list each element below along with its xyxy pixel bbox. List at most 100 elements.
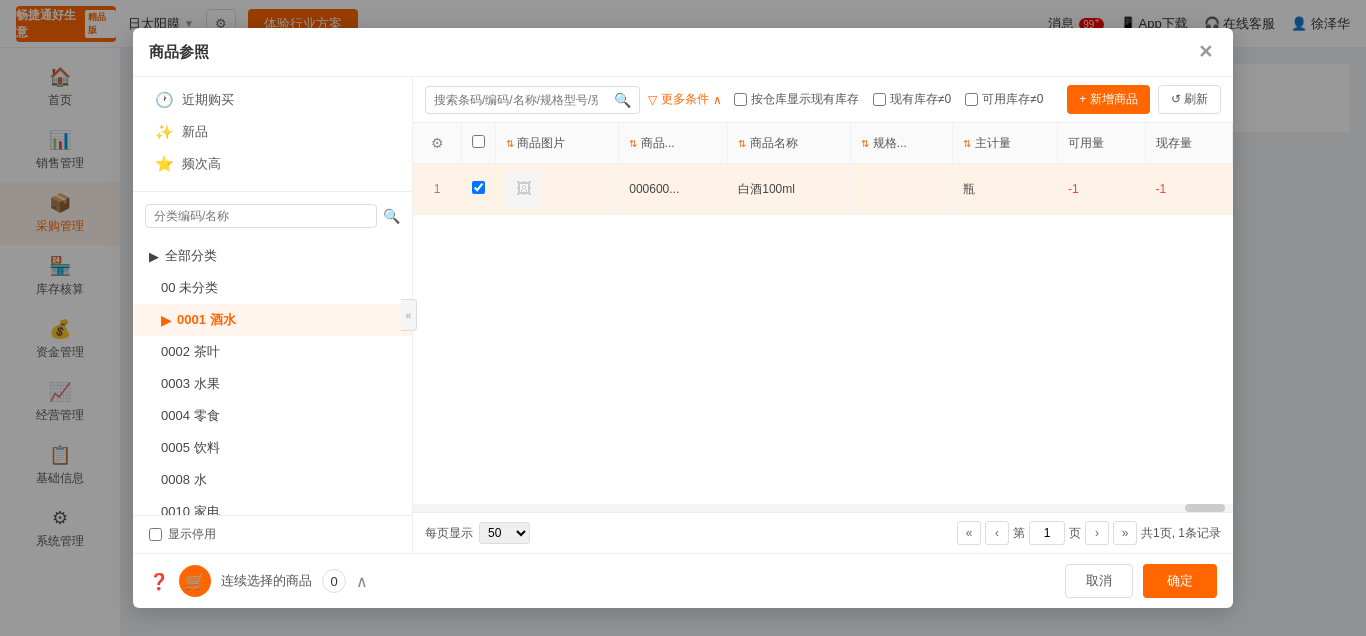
cat-item-appliance[interactable]: 0010 家电: [133, 496, 412, 515]
cell-available: -1: [1058, 164, 1145, 215]
filter-caret-icon: ∧: [713, 93, 722, 107]
cat-label-all: 全部分类: [165, 247, 217, 265]
close-icon[interactable]: ✕: [1193, 40, 1217, 64]
cat-item-uncategorized[interactable]: 00 未分类: [133, 272, 412, 304]
select-all-checkbox[interactable]: [472, 135, 485, 148]
pagination: 每页显示 50 10 20 100 « ‹ 第 页: [413, 512, 1233, 553]
col-spec-sort-icon: ⇅: [861, 138, 869, 149]
cat-arrow-all: ▶: [149, 249, 159, 264]
new-products-icon: ✨: [155, 123, 174, 141]
product-table: ⚙ ⇅ 商品图片 ⇅: [413, 123, 1233, 215]
cat-item-snack[interactable]: 0004 零食: [133, 400, 412, 432]
toolbar-right-buttons: + 新增商品 ↺ 刷新: [1067, 85, 1221, 114]
cat-label-beverage: 0005 饮料: [161, 439, 220, 457]
filter-icon: ▽: [648, 93, 657, 107]
col-name-label: 商品名称: [750, 136, 798, 150]
column-settings-icon[interactable]: ⚙: [423, 131, 451, 155]
cat-label-liquor: 0001 酒水: [177, 311, 236, 329]
category-search-input[interactable]: [145, 204, 377, 228]
prev-page-btn[interactable]: ‹: [985, 521, 1009, 545]
first-page-btn[interactable]: «: [957, 521, 981, 545]
next-page-btn[interactable]: ›: [1085, 521, 1109, 545]
left-panel: 🕐 近期购买 ✨ 新品 ⭐ 频次高 «: [133, 77, 413, 553]
show-disabled-section: 显示停用: [133, 515, 412, 553]
scroll-thumb: [1185, 504, 1225, 512]
last-page-btn[interactable]: »: [1113, 521, 1137, 545]
col-name-header: ⇅ 商品名称: [728, 123, 851, 164]
cat-label-snack: 0004 零食: [161, 407, 220, 425]
divider: [133, 191, 412, 192]
footer-collapse-icon[interactable]: ∧: [356, 572, 368, 591]
checkbox-existing-stock[interactable]: 现有库存≠0: [873, 91, 951, 108]
pagination-per-page: 每页显示 50 10 20 100: [425, 522, 530, 544]
cat-label-fruit: 0003 水果: [161, 375, 220, 393]
tab-recent-buy[interactable]: 🕐 近期购买: [145, 85, 400, 115]
cell-name: 白酒100ml: [728, 164, 851, 215]
cat-label-appliance: 0010 家电: [161, 503, 220, 515]
filter-label: 更多条件: [661, 91, 709, 108]
checkbox-by-warehouse-input[interactable]: [734, 93, 747, 106]
cat-item-liquor[interactable]: ▶ 0001 酒水: [133, 304, 412, 336]
cell-checkbox[interactable]: [462, 164, 496, 215]
col-code-label: 商品...: [641, 136, 675, 150]
pagination-controls: « ‹ 第 页 › » 共1页, 1条记录: [957, 521, 1221, 545]
product-search-input[interactable]: [426, 93, 606, 107]
frequent-icon: ⭐: [155, 155, 174, 173]
cat-item-beverage[interactable]: 0005 饮料: [133, 432, 412, 464]
show-disabled-label: 显示停用: [168, 526, 216, 543]
checkbox-available-stock-input[interactable]: [965, 93, 978, 106]
cell-stock: -1: [1145, 164, 1233, 215]
cell-spec: [851, 164, 953, 215]
cancel-btn[interactable]: 取消: [1065, 564, 1133, 598]
col-stock-header: 现存量: [1145, 123, 1233, 164]
cat-item-water[interactable]: 0008 水: [133, 464, 412, 496]
table-toolbar: 🔍 ▽ 更多条件 ∧ 按仓库显示现有库存 现: [413, 77, 1233, 123]
col-settings[interactable]: ⚙: [413, 123, 462, 164]
checkbox-by-warehouse-label: 按仓库显示现有库存: [751, 91, 859, 108]
checkbox-existing-stock-input[interactable]: [873, 93, 886, 106]
table-scroll-bar[interactable]: [413, 504, 1233, 512]
product-search-box: 🔍: [425, 86, 640, 114]
product-thumbnail: 🖼: [506, 171, 542, 207]
row-checkbox[interactable]: [472, 181, 485, 194]
table-row[interactable]: 1 🖼 000600... 白酒100ml 瓶: [413, 164, 1233, 215]
checkbox-by-warehouse[interactable]: 按仓库显示现有库存: [734, 91, 859, 108]
col-image-label: 商品图片: [517, 136, 565, 150]
cat-item-tea[interactable]: 0002 茶叶: [133, 336, 412, 368]
cat-item-fruit[interactable]: 0003 水果: [133, 368, 412, 400]
cat-item-all[interactable]: ▶ 全部分类: [133, 240, 412, 272]
cell-unit: 瓶: [953, 164, 1058, 215]
tab-frequent[interactable]: ⭐ 频次高: [145, 149, 400, 179]
help-icon[interactable]: ❓: [149, 572, 169, 591]
col-image-sort-icon: ⇅: [506, 138, 514, 149]
cell-num: 1: [413, 164, 462, 215]
product-reference-modal: 商品参照 ✕ 🕐 近期购买 ✨ 新品 ⭐ 频次高: [133, 28, 1233, 608]
col-available-header: 可用量: [1058, 123, 1145, 164]
show-disabled-checkbox[interactable]: [149, 528, 162, 541]
modal-title: 商品参照: [149, 43, 209, 62]
tab-recent-buy-label: 近期购买: [182, 91, 234, 109]
category-list: ▶ 全部分类 00 未分类 ▶ 0001 酒水 0002 茶叶 0003 水果: [133, 236, 412, 515]
col-name-sort-icon: ⇅: [738, 138, 746, 149]
per-page-select[interactable]: 50 10 20 100: [479, 522, 530, 544]
refresh-btn[interactable]: ↺ 刷新: [1158, 85, 1221, 114]
confirm-btn[interactable]: 确定: [1143, 564, 1217, 598]
page-number-input[interactable]: [1029, 521, 1065, 545]
filter-btn[interactable]: ▽ 更多条件 ∧: [648, 91, 722, 108]
cell-image: 🖼: [496, 164, 619, 215]
col-unit-sort-icon: ⇅: [963, 138, 971, 149]
col-code-header: ⇅ 商品...: [619, 123, 728, 164]
tab-new-products[interactable]: ✨ 新品: [145, 117, 400, 147]
modal-footer: ❓ 🛒 连续选择的商品 0 ∧ 取消 确定: [133, 553, 1233, 608]
cell-code: 000600...: [619, 164, 728, 215]
quick-tabs: 🕐 近期购买 ✨ 新品 ⭐ 频次高: [133, 77, 412, 187]
add-product-btn[interactable]: + 新增商品: [1067, 85, 1149, 114]
cart-icon[interactable]: 🛒: [179, 565, 211, 597]
col-spec-label: 规格...: [873, 136, 907, 150]
filter-checkboxes: 按仓库显示现有库存 现有库存≠0 可用库存≠0: [734, 91, 1044, 108]
checkbox-available-stock[interactable]: 可用库存≠0: [965, 91, 1043, 108]
category-search-icon[interactable]: 🔍: [383, 208, 400, 224]
modal-header: 商品参照 ✕: [133, 28, 1233, 77]
search-icon[interactable]: 🔍: [606, 92, 639, 108]
per-page-label: 每页显示: [425, 525, 473, 542]
